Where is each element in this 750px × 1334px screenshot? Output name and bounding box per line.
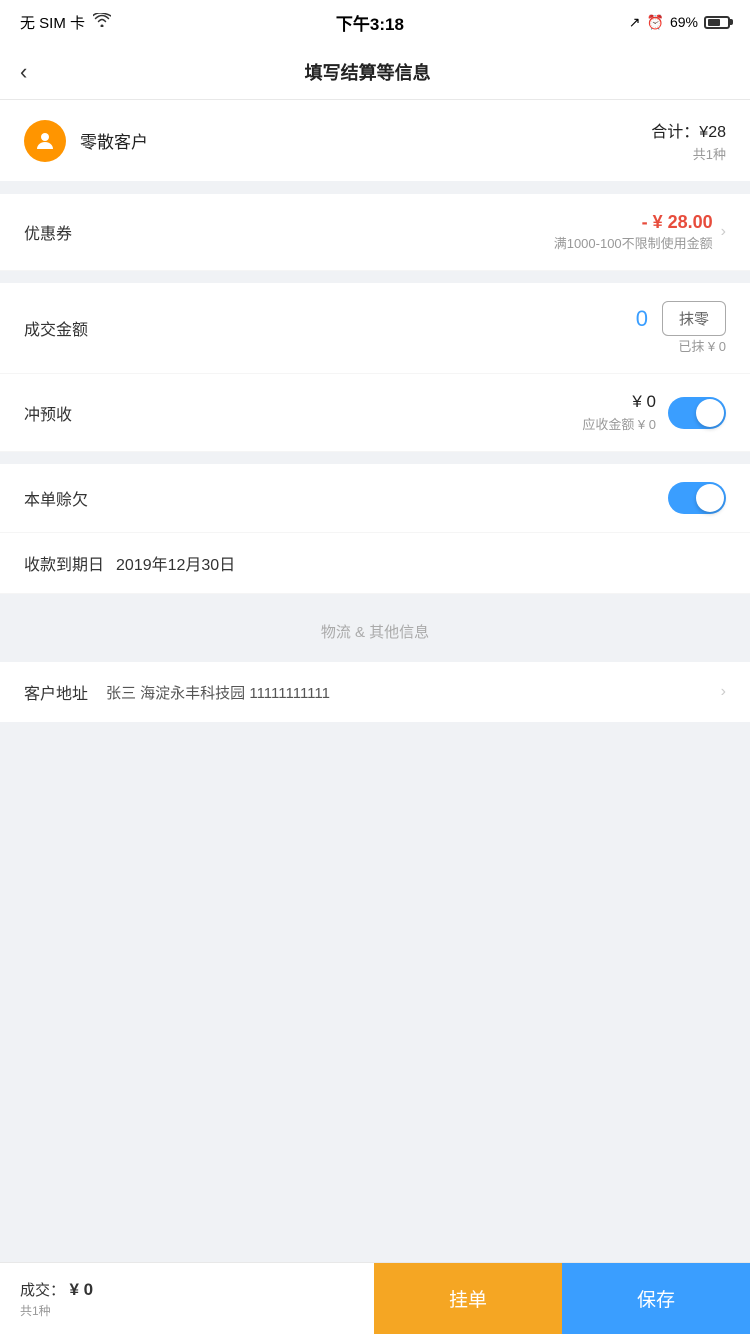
status-left: 无 SIM 卡 [20,12,111,33]
address-row[interactable]: 客户地址 张三 海淀永丰科技园 11111111111 › [0,662,750,722]
coupon-chevron-icon: › [721,223,726,241]
amount-top: 0 抹零 [636,301,726,336]
amount-group: 0 抹零 已抹 ¥ 0 [636,301,726,355]
coupon-right: - ¥ 28.00 满1000-100不限制使用金额 › [554,212,726,252]
status-right: ↗ ⏰ 69% [629,14,730,31]
address-value: 张三 海淀永丰科技园 11111111111 [106,682,721,703]
coupon-row[interactable]: 优惠券 - ¥ 28.00 满1000-100不限制使用金额 › [0,194,750,271]
address-label: 客户地址 [24,680,94,704]
logistics-label-text: 物流 & 其他信息 [321,621,429,642]
bottom-deal-line: 成交： ¥ 0 [20,1279,354,1300]
bottom-bar: 成交： ¥ 0 共1种 挂单 保存 [0,1262,750,1334]
wifi-icon [93,13,111,31]
customer-summary: 合计：¥28 共1种 [651,118,726,163]
credit-right [104,482,726,514]
prepayment-toggle[interactable] [668,397,726,429]
divider-1 [0,182,750,194]
due-date-label: 收款到期日 [24,551,104,575]
bottom-deal-amount: ¥ 0 [69,1280,93,1299]
divider-2 [0,271,750,283]
customer-avatar [24,120,66,162]
customer-row: 零散客户 合计：¥28 共1种 [0,100,750,182]
save-button[interactable]: 保存 [562,1263,750,1334]
customer-left: 零散客户 [24,120,148,162]
prepayment-values: ¥ 0 应收金额 ¥ 0 [582,392,656,433]
credit-label: 本单赊欠 [24,486,104,510]
prepayment-right: ¥ 0 应收金额 ¥ 0 [104,392,726,433]
divider-3 [0,452,750,464]
prepayment-sub: 应收金额 ¥ 0 [582,414,656,433]
toggle-knob-2 [696,484,724,512]
credit-row: 本单赊欠 [0,464,750,533]
bottom-count: 共1种 [20,1302,354,1319]
coupon-desc: 满1000-100不限制使用金额 [554,233,713,252]
prepayment-row: 冲预收 ¥ 0 应收金额 ¥ 0 [0,374,750,452]
credit-toggle[interactable] [668,482,726,514]
nav-bar: ‹ 填写结算等信息 [0,44,750,100]
deal-amount-value: 0 [636,306,648,332]
page-title: 填写结算等信息 [35,59,700,85]
customer-total: 合计：¥28 [651,118,726,142]
divider-4 [0,594,750,606]
main-content: 零散客户 合计：¥28 共1种 优惠券 - ¥ 28.00 满1000-100不… [0,100,750,808]
deal-amount-row: 成交金额 0 抹零 已抹 ¥ 0 [0,283,750,374]
bottom-info: 成交： ¥ 0 共1种 [0,1279,374,1319]
customer-count: 共1种 [651,144,726,163]
deal-amount-right: 0 抹零 已抹 ¥ 0 [104,301,726,355]
battery-percent: 69% [670,14,698,30]
alarm-icon: ⏰ [647,14,664,31]
bottom-deal-label: 成交： [20,1282,65,1299]
prepayment-label: 冲预收 [24,401,104,425]
battery-icon [704,16,730,29]
address-chevron-icon: › [721,683,726,701]
bottom-spacer [0,728,750,808]
coupon-info: - ¥ 28.00 满1000-100不限制使用金额 [554,212,713,252]
due-date-row: 收款到期日 2019年12月30日 [0,533,750,594]
coupon-amount: - ¥ 28.00 [554,212,713,233]
deal-amount-sub: 已抹 ¥ 0 [678,336,726,355]
coupon-label: 优惠券 [24,220,104,244]
logistics-section-header: 物流 & 其他信息 [0,606,750,656]
hang-order-button[interactable]: 挂单 [374,1263,562,1334]
customer-name: 零散客户 [80,128,148,153]
logistics-label-group: 物流 & 其他信息 [311,621,439,642]
location-icon: ↗ [629,14,641,31]
round-off-button[interactable]: 抹零 [662,301,726,336]
toggle-knob [696,399,724,427]
carrier-label: 无 SIM 卡 [20,12,85,33]
back-button[interactable]: ‹ [12,51,35,93]
status-time: 下午3:18 [336,10,404,35]
due-date-value: 2019年12月30日 [116,551,235,575]
status-bar: 无 SIM 卡 下午3:18 ↗ ⏰ 69% [0,0,750,44]
deal-amount-label: 成交金额 [24,316,104,340]
prepayment-value: ¥ 0 [582,392,656,412]
